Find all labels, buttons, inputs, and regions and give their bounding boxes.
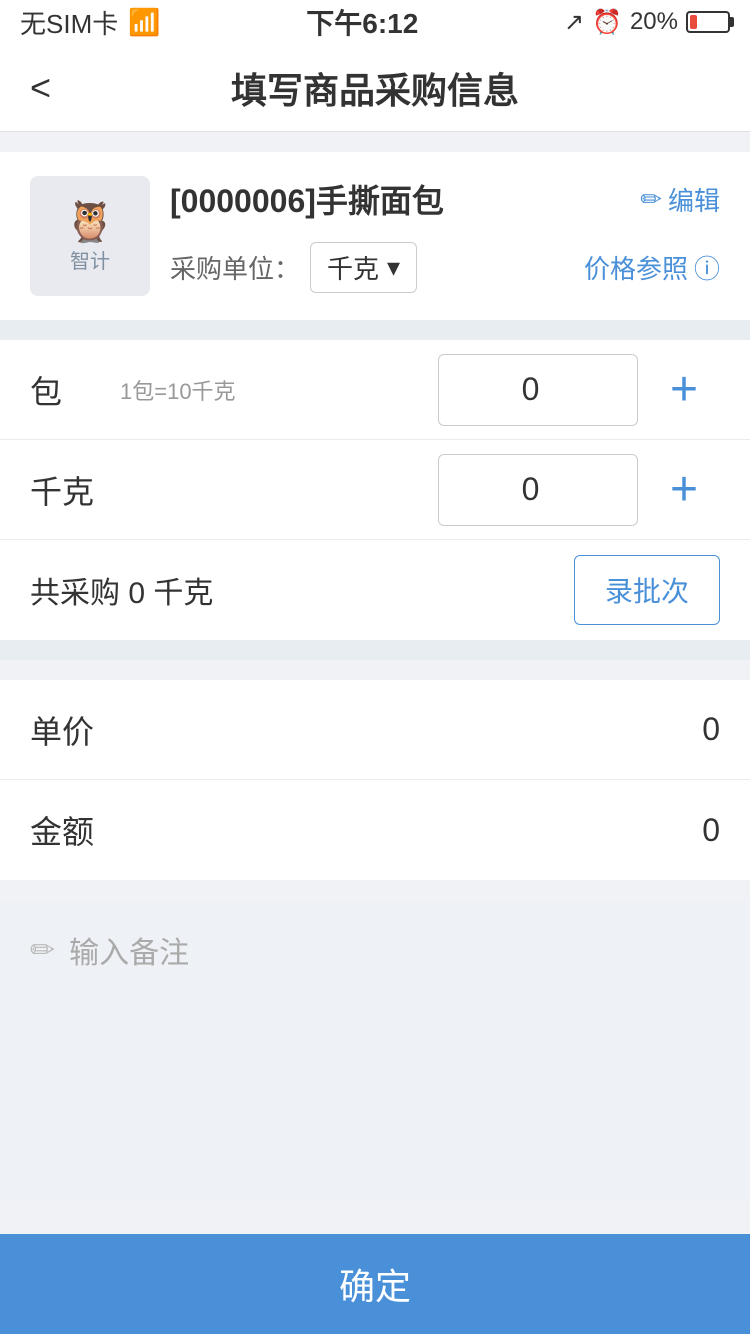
owl-icon: 🦉 — [65, 198, 115, 245]
amount-value: 0 — [702, 812, 720, 849]
battery-fill — [690, 15, 697, 29]
kg-row: 千克 + — [0, 440, 750, 540]
section-divider-1 — [0, 320, 750, 340]
record-batch-button[interactable]: 录批次 — [574, 555, 720, 625]
battery-icon — [686, 11, 730, 33]
status-right: ↗ ⏰ 20% — [564, 8, 730, 37]
remark-placeholder-text: 输入备注 — [69, 928, 189, 972]
unit-selector-group: 采购单位： 千克 ▾ — [170, 242, 417, 293]
carrier-text: 无SIM卡 — [20, 4, 118, 41]
brand-text: 智计 — [65, 245, 115, 274]
product-image: 🦉 智计 — [30, 176, 150, 296]
price-ref-label: 价格参照 — [584, 249, 688, 286]
unit-price-row: 单价 0 — [0, 680, 750, 780]
product-name-row: [0000006]手撕面包 ✏ 编辑 — [170, 176, 720, 222]
unit-dropdown[interactable]: 千克 ▾ — [310, 242, 417, 293]
unit-price-label: 单价 — [30, 707, 702, 753]
summary-label: 共采购 0 千克 — [30, 568, 574, 612]
kg-plus-button[interactable]: + — [648, 454, 720, 526]
edit-icon: ✏ — [640, 184, 662, 215]
remark-placeholder: ✏ 输入备注 — [30, 928, 720, 972]
location-icon: ↗ — [564, 8, 584, 37]
battery-text: 20% — [630, 8, 678, 36]
product-info: [0000006]手撕面包 ✏ 编辑 采购单位： 千克 ▾ 价格参照 ⓘ — [170, 176, 720, 293]
kg-input[interactable] — [438, 454, 638, 526]
confirm-text: 确定 — [339, 1258, 411, 1310]
summary-row: 共采购 0 千克 录批次 — [0, 540, 750, 640]
remark-section[interactable]: ✏ 输入备注 — [0, 900, 750, 1200]
bag-label: 包 — [30, 367, 110, 413]
unit-label: 采购单位： — [170, 249, 300, 286]
product-unit-row: 采购单位： 千克 ▾ 价格参照 ⓘ — [170, 242, 720, 293]
back-button[interactable]: < — [30, 67, 90, 109]
amount-row: 金额 0 — [0, 780, 750, 880]
form-section: 包 1包=10千克 + 千克 + — [0, 340, 750, 540]
status-bar: 无SIM卡 📶 下午6:12 ↗ ⏰ 20% — [0, 0, 750, 44]
unit-value: 千克 — [327, 249, 379, 286]
price-ref-button[interactable]: 价格参照 ⓘ — [584, 249, 720, 286]
info-section: 单价 0 金额 0 — [0, 680, 750, 880]
time-display: 下午6:12 — [306, 2, 418, 42]
pencil-icon: ✏ — [30, 933, 55, 968]
alarm-icon: ⏰ — [592, 8, 622, 37]
confirm-bar[interactable]: 确定 — [0, 1234, 750, 1334]
nav-bar: < 填写商品采购信息 — [0, 44, 750, 132]
status-left: 无SIM卡 📶 — [20, 4, 161, 41]
product-image-inner: 🦉 智计 — [65, 198, 115, 274]
kg-label: 千克 — [30, 467, 110, 513]
product-name: [0000006]手撕面包 — [170, 176, 444, 222]
bag-row: 包 1包=10千克 + — [0, 340, 750, 440]
edit-button[interactable]: ✏ 编辑 — [640, 181, 720, 218]
page-title: 填写商品采购信息 — [231, 62, 519, 114]
bag-input[interactable] — [438, 354, 638, 426]
wifi-icon: 📶 — [128, 7, 160, 38]
bag-input-group: + — [438, 354, 720, 426]
bag-plus-button[interactable]: + — [648, 354, 720, 426]
amount-label: 金额 — [30, 807, 702, 853]
info-circle-icon: ⓘ — [694, 249, 720, 286]
product-card: 🦉 智计 [0000006]手撕面包 ✏ 编辑 采购单位： 千克 ▾ 价格参照 … — [0, 152, 750, 320]
kg-input-group: + — [438, 454, 720, 526]
edit-label: 编辑 — [668, 181, 720, 218]
bag-sublabel: 1包=10千克 — [120, 374, 438, 406]
unit-price-value: 0 — [702, 711, 720, 748]
section-divider-2 — [0, 640, 750, 660]
dropdown-chevron-icon: ▾ — [387, 252, 400, 283]
